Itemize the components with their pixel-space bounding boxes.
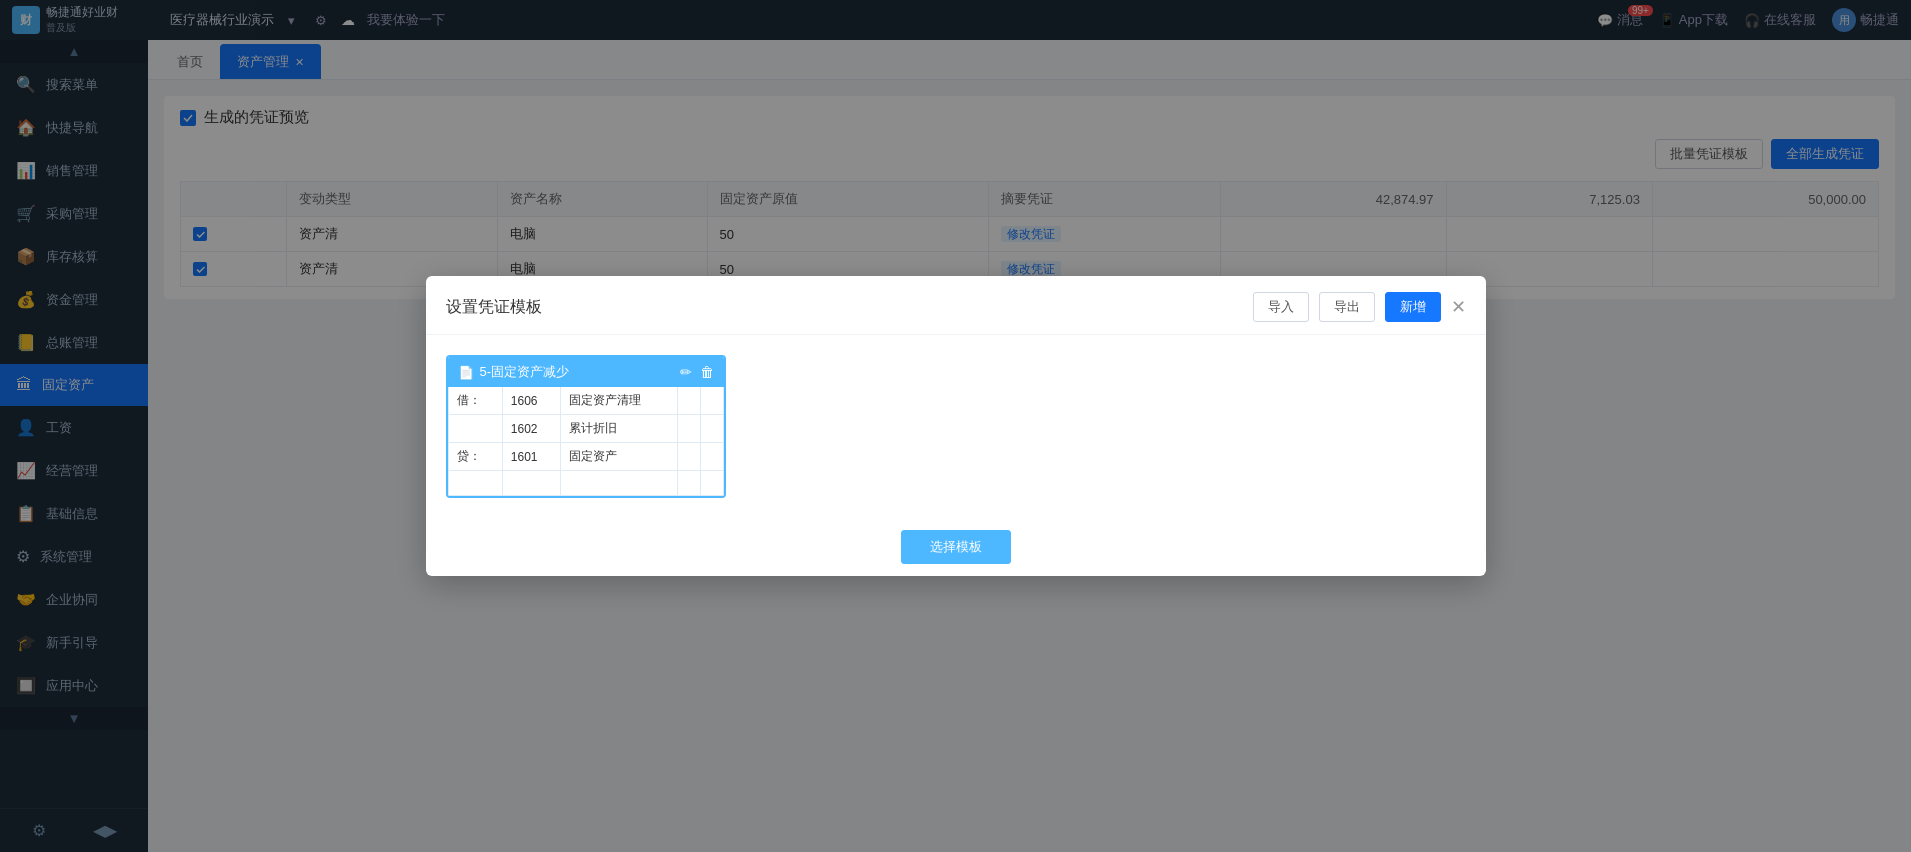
entry-code-2: 1602 [502,415,560,443]
export-btn[interactable]: 导出 [1319,292,1375,322]
entry-empty-4 [678,471,701,496]
entry-type-2 [448,415,502,443]
entry-empty-1 [448,471,502,496]
template-entries-table: 借： 1606 固定资产清理 1602 累计折旧 [448,387,724,496]
template-list: 📄 5-固定资产减少 ✏ 🗑 [446,355,1466,498]
template-entry-row: 贷： 1601 固定资产 [448,443,723,471]
import-btn[interactable]: 导入 [1253,292,1309,322]
template-entry-row: 1602 累计折旧 [448,415,723,443]
template-entry-row [448,471,723,496]
entry-debit-3 [678,443,701,471]
modal-close-btn[interactable]: ✕ [1451,292,1466,322]
template-edit-btn[interactable]: ✏ [680,364,692,380]
template-card-body: 借： 1606 固定资产清理 1602 累计折旧 [448,387,724,496]
template-card-actions: ✏ 🗑 [680,364,714,380]
edit-icon: ✏ [680,364,692,380]
entry-credit-1 [700,387,723,415]
modal-footer: 选择模板 [426,518,1486,576]
template-entry-row: 借： 1606 固定资产清理 [448,387,723,415]
template-card-name: 5-固定资产减少 [480,363,570,381]
modal-header: 设置凭证模板 导入 导出 新增 ✕ [426,276,1486,335]
entry-code-1: 1606 [502,387,560,415]
select-template-btn[interactable]: 选择模板 [901,530,1011,564]
entry-credit-2 [700,415,723,443]
delete-icon: 🗑 [700,364,714,380]
entry-type-3: 贷： [448,443,502,471]
template-card-5: 📄 5-固定资产减少 ✏ 🗑 [446,355,726,498]
entry-account-3: 固定资产 [560,443,678,471]
entry-account-1: 固定资产清理 [560,387,678,415]
voucher-template-modal: 设置凭证模板 导入 导出 新增 ✕ 📄 5-固定资产减少 [426,276,1486,576]
modal-title: 设置凭证模板 [446,297,542,318]
modal-header-actions: 导入 导出 新增 ✕ [1253,292,1466,322]
entry-account-2: 累计折旧 [560,415,678,443]
modal-body: 📄 5-固定资产减少 ✏ 🗑 [426,335,1486,518]
new-template-btn[interactable]: 新增 [1385,292,1441,322]
entry-type-1: 借： [448,387,502,415]
template-card-header: 📄 5-固定资产减少 ✏ 🗑 [448,357,724,387]
modal-overlay: 设置凭证模板 导入 导出 新增 ✕ 📄 5-固定资产减少 [0,0,1911,852]
template-delete-btn[interactable]: 🗑 [700,364,714,380]
entry-empty-3 [560,471,678,496]
template-file-icon: 📄 [458,365,474,380]
entry-code-3: 1601 [502,443,560,471]
entry-debit-2 [678,415,701,443]
entry-empty-5 [700,471,723,496]
entry-empty-2 [502,471,560,496]
template-card-title: 📄 5-固定资产减少 [458,363,570,381]
entry-debit-1 [678,387,701,415]
entry-credit-3 [700,443,723,471]
